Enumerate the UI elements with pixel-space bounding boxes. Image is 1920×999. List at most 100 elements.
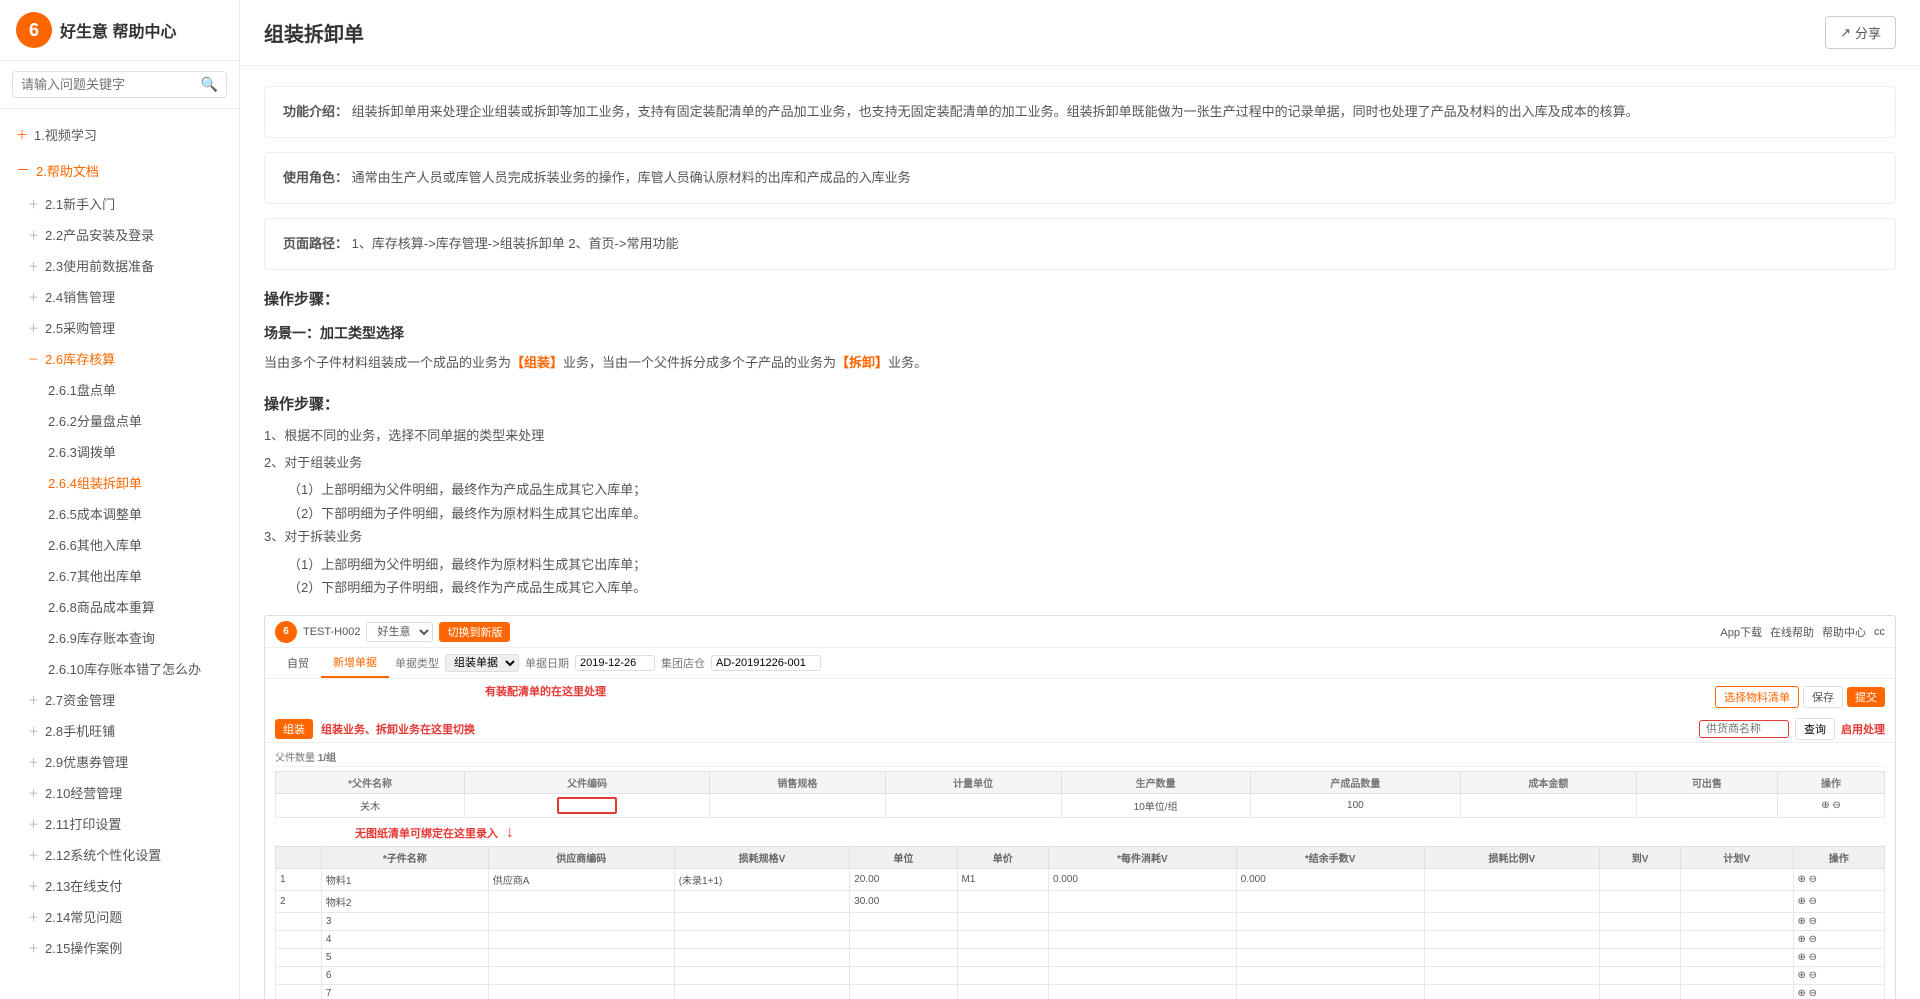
path-text: 1、库存核算->库存管理->组装拆卸单 2、首页->常用功能 bbox=[352, 236, 679, 251]
search-input-wrap[interactable]: 🔍 bbox=[12, 71, 227, 98]
mock-upper-section: 父件数量 1/组 *父件名称 父件编码 销售规格 计量单位 生产数量 产成品数量… bbox=[265, 743, 1895, 822]
mock-tab-home[interactable]: 自贸 bbox=[275, 649, 321, 677]
sidebar-item-2-9[interactable]: ＋ 2.9优惠券管理 bbox=[28, 746, 239, 777]
search-icon: 🔍 bbox=[201, 76, 218, 93]
minus-icon-2: － bbox=[16, 160, 30, 180]
mock-supplier-input[interactable] bbox=[1699, 720, 1789, 738]
mock-upper-th-9: 操作 bbox=[1778, 772, 1885, 794]
search-input[interactable] bbox=[21, 77, 201, 92]
step-3: 3、对于拆装业务 bbox=[264, 525, 1896, 548]
sidebar-item-2-11[interactable]: ＋ 2.11打印设置 bbox=[28, 808, 239, 839]
sidebar-item-2-12[interactable]: ＋ 2.12系统个性化设置 bbox=[28, 839, 239, 870]
keyword-assemble: 【组装】 bbox=[511, 355, 563, 370]
expand-icon-2-8: ＋ bbox=[28, 723, 39, 739]
mock-annotation-row: 有装配清单的在这里处理 选择物料清单 保存 提交 bbox=[265, 679, 1895, 715]
sidebar-item-label-1: 1.视频学习 bbox=[34, 125, 97, 144]
sidebar-item-2-10[interactable]: ＋ 2.10经营管理 bbox=[28, 777, 239, 808]
mock-upper-th-1: *父件名称 bbox=[276, 772, 465, 794]
app-logo-icon: 6 bbox=[16, 12, 52, 48]
mock-store-input[interactable] bbox=[711, 655, 821, 671]
mock-barcode-input[interactable] bbox=[557, 797, 617, 814]
mock-online-help[interactable]: 在线帮助 bbox=[1770, 624, 1814, 640]
expand-icon-2-10: ＋ bbox=[28, 785, 39, 801]
sidebar-item-2-3[interactable]: ＋ 2.3使用前数据准备 bbox=[28, 250, 239, 281]
sidebar-item-2-6-2[interactable]: 2.6.2分量盘点单 bbox=[48, 405, 239, 436]
sidebar-item-2[interactable]: － 2.帮助文档 bbox=[0, 152, 239, 188]
scene1-desc: 当由多个子件材料组装成一个成品的业务为【组装】业务，当由一个父件拆分成多个子产品… bbox=[264, 351, 1896, 374]
table-row: 3⊕ ⊖ bbox=[276, 913, 1885, 931]
step-3-1: （1）上部明细为父件明细，最终作为原材料生成其它出库单； bbox=[288, 553, 1896, 576]
sidebar-item-2-6-7[interactable]: 2.6.7其他出库单 bbox=[48, 560, 239, 591]
step-2-1: （1）上部明细为父件明细，最终作为产成品生成其它入库单； bbox=[288, 478, 1896, 501]
expand-icon-1: ＋ bbox=[16, 126, 28, 143]
sidebar-item-2-6-6[interactable]: 2.6.6其他入库单 bbox=[48, 529, 239, 560]
mock-upper-td-6: 100 bbox=[1250, 794, 1460, 818]
mock-save-btn[interactable]: 保存 bbox=[1803, 686, 1843, 708]
table-row: 关木 10单位/组 100 ⊕ ⊖ bbox=[276, 794, 1885, 818]
sidebar-item-2-4[interactable]: ＋ 2.4销售管理 bbox=[28, 281, 239, 312]
share-button[interactable]: ↗ 分享 bbox=[1825, 16, 1896, 49]
expand-icon-2-9: ＋ bbox=[28, 754, 39, 770]
sidebar-item-2-1[interactable]: ＋ 2.1新手入门 bbox=[28, 188, 239, 219]
sidebar-logo: 6 好生意 帮助中心 bbox=[0, 0, 239, 61]
mock-upper-td-3 bbox=[709, 794, 885, 818]
sidebar-item-2-8[interactable]: ＋ 2.8手机旺铺 bbox=[28, 715, 239, 746]
mock-help-center[interactable]: 帮助中心 bbox=[1822, 624, 1866, 640]
annotation-bom-label: 有装配清单的在这里处理 bbox=[485, 683, 606, 699]
mock-submit-btn[interactable]: 提交 bbox=[1847, 687, 1885, 707]
mock-tab-new[interactable]: 新增单据 bbox=[321, 648, 389, 678]
func-label: 功能介绍： bbox=[283, 104, 348, 119]
main-body: 功能介绍： 组装拆卸单用来处理企业组装或拆卸等加工业务，支持有固定装配清单的产品… bbox=[240, 66, 1920, 999]
sidebar-item-label-2: 2.帮助文档 bbox=[36, 161, 99, 180]
sidebar-item-2-6-8[interactable]: 2.6.8商品成本重算 bbox=[48, 591, 239, 622]
mock-type-toggle-btn[interactable]: 组装 bbox=[275, 719, 313, 739]
sidebar-item-2-7[interactable]: ＋ 2.7资金管理 bbox=[28, 684, 239, 715]
mock-select-template-btn[interactable]: 选择物料清单 bbox=[1715, 686, 1799, 708]
minus-icon-2-6: － bbox=[28, 351, 39, 367]
path-label: 页面路径： bbox=[283, 236, 348, 251]
search-box: 🔍 bbox=[0, 61, 239, 109]
expand-icon-2-4: ＋ bbox=[28, 289, 39, 305]
sidebar-item-2-15[interactable]: ＋ 2.15操作案例 bbox=[28, 932, 239, 963]
sidebar-item-2-5[interactable]: ＋ 2.5采购管理 bbox=[28, 312, 239, 343]
sidebar-item-1[interactable]: ＋ 1.视频学习 bbox=[0, 117, 239, 152]
mock-upper-td-8 bbox=[1636, 794, 1777, 818]
sidebar-item-2-2[interactable]: ＋ 2.2产品安装及登录 bbox=[28, 219, 239, 250]
sidebar-item-2-6-10[interactable]: 2.6.10库存账本错了怎么办 bbox=[48, 653, 239, 684]
expand-icon-2-3: ＋ bbox=[28, 258, 39, 274]
table-row: 4⊕ ⊖ bbox=[276, 931, 1885, 949]
sidebar-item-2-6-5[interactable]: 2.6.5成本调整单 bbox=[48, 498, 239, 529]
sidebar-item-2-6[interactable]: － 2.6库存核算 bbox=[28, 343, 239, 374]
mock-topbar: 6 TEST-H002 好生意 切换到新版 App下载 在线帮助 帮助中心 cc bbox=[265, 616, 1895, 648]
nav-list: ＋ 1.视频学习 － 2.帮助文档 ＋ 2.1新手入门 ＋ 2.2产品安装及登录… bbox=[0, 109, 239, 999]
mock-type-selector[interactable]: 组装单据 拆卸单据 bbox=[445, 654, 519, 672]
mock-query-btn[interactable]: 查询 bbox=[1795, 718, 1835, 740]
expand-icon-2-5: ＋ bbox=[28, 320, 39, 336]
func-intro-block: 功能介绍： 组装拆卸单用来处理企业组装或拆卸等加工业务，支持有固定装配清单的产品… bbox=[264, 86, 1896, 138]
mock-app-download[interactable]: App下载 bbox=[1720, 624, 1762, 640]
mock-date-input[interactable] bbox=[575, 655, 655, 671]
sidebar-item-2-6-9[interactable]: 2.6.9库存账本查询 bbox=[48, 622, 239, 653]
sidebar-item-2-6-1[interactable]: 2.6.1盘点单 bbox=[48, 374, 239, 405]
table-row: 6⊕ ⊖ bbox=[276, 967, 1885, 985]
mock-user[interactable]: cc bbox=[1874, 626, 1885, 638]
sidebar-item-2-6-3[interactable]: 2.6.3调拨单 bbox=[48, 436, 239, 467]
mock-toolbar-row: 单据类型 组装单据 拆卸单据 单据日期 集团店仓 bbox=[395, 654, 821, 672]
sidebar-item-2-13[interactable]: ＋ 2.13在线支付 bbox=[28, 870, 239, 901]
step-2: 2、对于组装业务 bbox=[264, 451, 1896, 474]
sidebar-item-2-6-4[interactable]: 2.6.4组装拆卸单 bbox=[48, 467, 239, 498]
mock-section-row: 组装 组装业务、拆卸业务在这里切换 查询 启用处理 bbox=[265, 715, 1895, 743]
mock-selector[interactable]: 好生意 bbox=[366, 622, 433, 642]
table-row: 7⊕ ⊖ bbox=[276, 985, 1885, 999]
role-label: 使用角色： bbox=[283, 170, 348, 185]
mock-lower-th-10: 计划V bbox=[1681, 847, 1793, 869]
table-row: 1 物料1 供应商A (未录1+1) 20.00 M1 0.000 0.000 … bbox=[276, 869, 1885, 891]
func-text: 组装拆卸单用来处理企业组装或拆卸等加工业务，支持有固定装配清单的产品加工业务，也… bbox=[352, 104, 1639, 119]
mock-lower-th-check bbox=[276, 847, 322, 869]
mock-upper-th-7: 成本金额 bbox=[1461, 772, 1637, 794]
page-title: 组装拆卸单 bbox=[264, 18, 364, 47]
mock-lower-section: *子件名称 供应商编码 损耗规格V 单位 单价 *每件消耗V *结余手数V 损耗… bbox=[265, 842, 1895, 999]
mock-switch-btn[interactable]: 切换到新版 bbox=[439, 622, 510, 642]
sidebar-item-2-14[interactable]: ＋ 2.14常见问题 bbox=[28, 901, 239, 932]
step-1: 1、根据不同的业务，选择不同单据的类型来处理 bbox=[264, 424, 1896, 447]
